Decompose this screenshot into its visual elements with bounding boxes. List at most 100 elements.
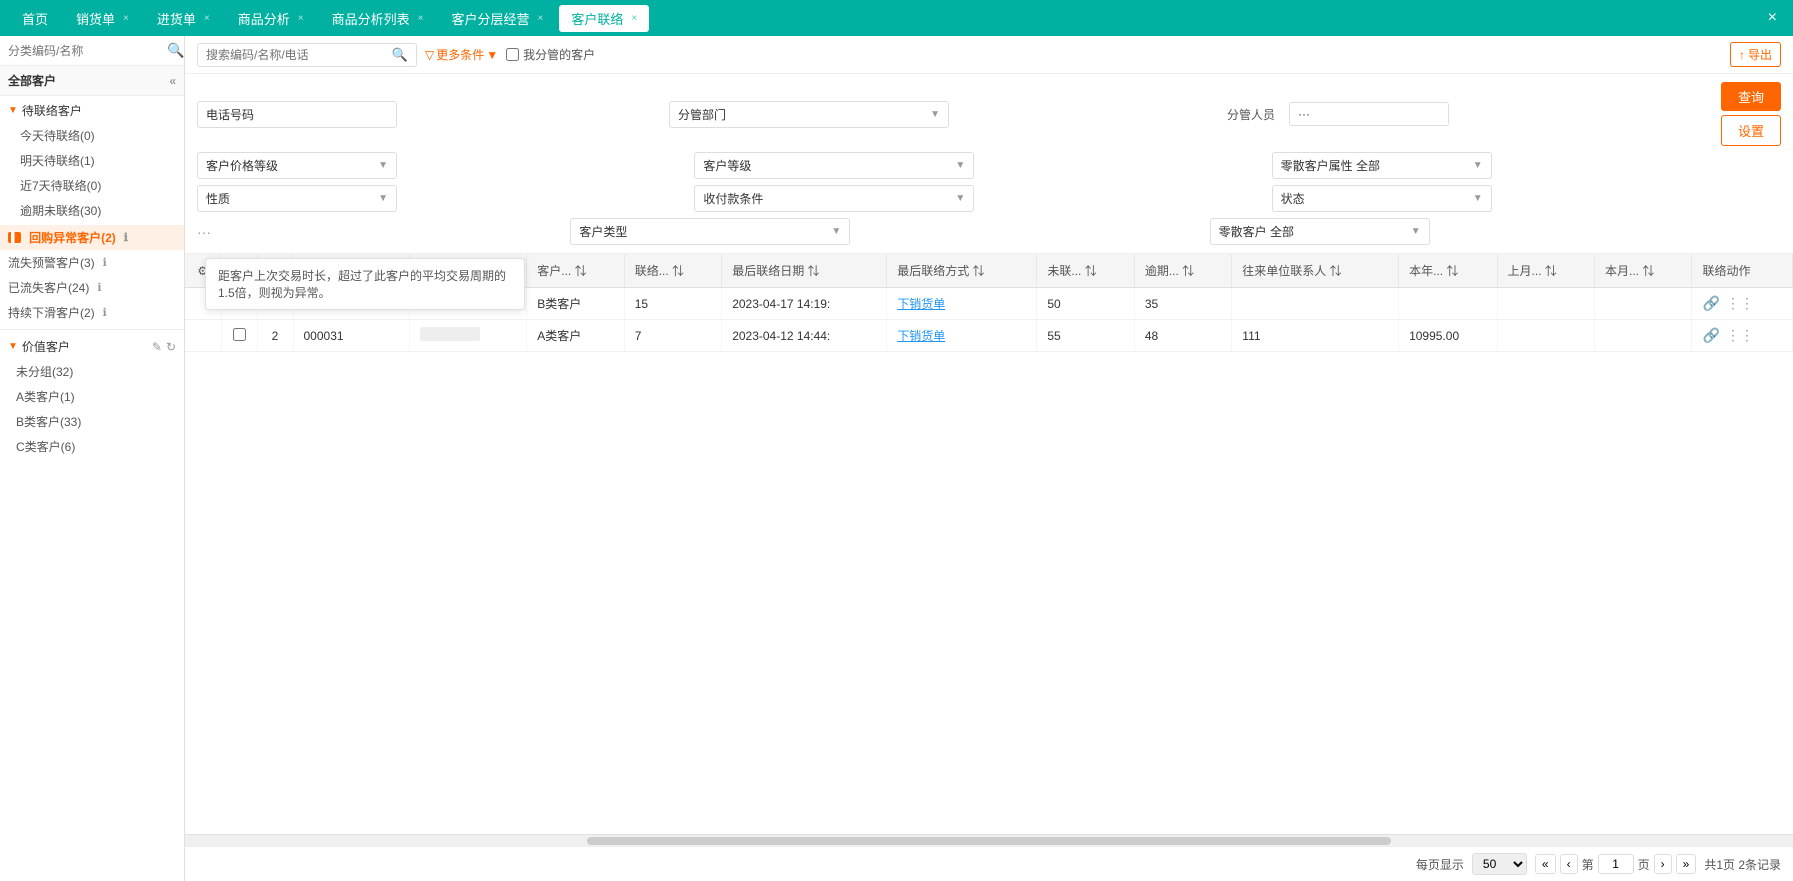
nav-customer-tier[interactable]: 客户分层经营 × [439, 5, 555, 32]
next-page-button[interactable]: › [1654, 854, 1672, 874]
close-customer-tier-icon[interactable]: × [537, 13, 543, 24]
sidebar-collapse-button[interactable]: « [169, 74, 176, 88]
col-contact[interactable]: 联络... ⇅ [624, 254, 721, 288]
settings-button[interactable]: 设置 [1721, 115, 1781, 146]
total-records-label: 共1页 2条记录 [1704, 856, 1781, 873]
prev-page-button[interactable]: ‹ [1560, 854, 1578, 874]
page-label: 第 [1582, 856, 1594, 873]
nav-product-analysis[interactable]: 商品分析 × [226, 5, 316, 32]
close-sales-order-icon[interactable]: × [123, 13, 129, 24]
declining-info-icon[interactable]: ℹ [103, 306, 107, 319]
col-this-month[interactable]: 本月... ⇅ [1595, 254, 1692, 288]
col-last-method[interactable]: 最后联络方式 ⇅ [887, 254, 1037, 288]
close-product-list-icon[interactable]: × [418, 13, 424, 24]
search-icon[interactable]: 🔍 [392, 47, 408, 63]
gender-field[interactable]: 性质 ▼ [197, 185, 397, 212]
first-page-button[interactable]: « [1535, 854, 1556, 874]
query-button[interactable]: 查询 [1721, 82, 1781, 111]
price-grade-field[interactable]: 客户价格等级 ▼ [197, 152, 397, 179]
sidebar-item-declining[interactable]: 持续下滑客户(2) ℹ [0, 300, 184, 325]
sidebar-search-icon[interactable]: 🔍 [167, 42, 184, 59]
sidebar-item-today-pending[interactable]: 今天待联络(0) [0, 123, 184, 148]
sidebar-item-grade-b[interactable]: B类客户(33) [0, 409, 184, 434]
sidebar-item-churn-warning[interactable]: 流失预警客户(3) ℹ [0, 250, 184, 275]
row-last-method-cell[interactable]: 下销货单 [887, 288, 1037, 320]
nav-purchase-order[interactable]: 进货单 × [145, 5, 222, 32]
retail-customer-field[interactable]: 零散客户 全部 ▼ [1210, 218, 1430, 245]
sidebar-search-area: 🔍 [0, 36, 184, 66]
sidebar-search-input[interactable] [8, 44, 163, 58]
filter-row-1: 电话号码 分管部门 ▼ 分管人员 ··· 查询 设置 [197, 82, 1781, 146]
view-action-icon[interactable]: 🔗 [1702, 295, 1719, 312]
row-uncontact-cell: 55 [1037, 320, 1134, 352]
page-of-label: 页 [1638, 856, 1650, 873]
col-overdue[interactable]: 逾期... ⇅ [1134, 254, 1231, 288]
tooltip-popup: 距客户上次交易时长，超过了此客户的平均交易周期的1.5倍，则视为异常。 [205, 258, 525, 310]
price-customer-refresh-icon[interactable]: ↻ [166, 340, 176, 354]
sidebar-item-churned[interactable]: 已流失客户(24) ℹ [0, 275, 184, 300]
per-page-label: 每页显示 [1416, 856, 1464, 873]
nav-customer-contact[interactable]: 客户联络 × [559, 5, 649, 32]
search-input[interactable] [206, 48, 392, 62]
col-last-date[interactable]: 最后联络日期 ⇅ [722, 254, 887, 288]
close-product-analysis-icon[interactable]: × [298, 13, 304, 24]
person-label: 分管人员 [1221, 106, 1281, 123]
sidebar-divider [0, 329, 184, 330]
close-customer-contact-icon[interactable]: × [631, 13, 637, 24]
sidebar-item-tomorrow-pending[interactable]: 明天待联络(1) [0, 148, 184, 173]
page-number-input[interactable] [1598, 854, 1634, 874]
price-customer-edit-icon[interactable]: ✎ [152, 340, 162, 354]
sidebar-item-overdue-pending[interactable]: 逾期未联络(30) [0, 198, 184, 223]
row-checkbox[interactable] [233, 328, 246, 341]
dept-field[interactable]: 分管部门 ▼ [669, 101, 949, 128]
pending-contact-group: ▼ 待联络客户 今天待联络(0) 明天待联络(1) 近7天待联络(0) 逾期未联… [0, 96, 184, 225]
view-action-icon[interactable]: 🔗 [1702, 327, 1719, 344]
last-page-button[interactable]: » [1676, 854, 1697, 874]
retail-attr-field[interactable]: 零散客户属性 全部 ▼ [1272, 152, 1492, 179]
sidebar-item-grade-a[interactable]: A类客户(1) [0, 384, 184, 409]
nav-product-analysis-list[interactable]: 商品分析列表 × [320, 5, 436, 32]
phone-field[interactable]: 电话号码 [197, 101, 397, 128]
last-method-link[interactable]: 下销货单 [897, 297, 945, 311]
last-method-link[interactable]: 下销货单 [897, 329, 945, 343]
pending-contact-header[interactable]: ▼ 待联络客户 [0, 98, 184, 123]
col-uncontact[interactable]: 未联... ⇅ [1037, 254, 1134, 288]
col-grade[interactable]: 客户... ⇅ [527, 254, 624, 288]
horizontal-scrollbar[interactable] [185, 834, 1793, 846]
grade-field[interactable]: 客户等级 ▼ [694, 152, 974, 179]
person-field[interactable]: ··· [1289, 102, 1449, 126]
more-action-icon[interactable]: ⋮⋮ [1726, 295, 1754, 312]
col-this-year[interactable]: 本年... ⇅ [1399, 254, 1497, 288]
churn-warning-info-icon[interactable]: ℹ [103, 256, 107, 269]
repurchase-info-icon[interactable]: ℹ [124, 231, 128, 244]
col-contact2[interactable]: 往来单位联系人 ⇅ [1232, 254, 1399, 288]
churned-info-icon[interactable]: ℹ [97, 281, 101, 294]
filter-row-4: ··· 客户类型 ▼ 零散客户 全部 ▼ [197, 218, 1781, 245]
dots-button[interactable]: ··· [197, 224, 211, 240]
col-action: 联络动作 [1692, 254, 1793, 288]
col-last-month[interactable]: 上月... ⇅ [1497, 254, 1594, 288]
pay-field[interactable]: 收付款条件 ▼ [694, 185, 974, 212]
more-action-icon[interactable]: ⋮⋮ [1726, 327, 1754, 344]
my-customers-checkbox[interactable] [506, 48, 519, 61]
sidebar-item-grade-c[interactable]: C类客户(6) [0, 434, 184, 459]
nav-sales-order[interactable]: 销货单 × [64, 5, 141, 32]
close-purchase-order-icon[interactable]: × [204, 13, 210, 24]
price-customer-section: ▼ 价值客户 ✎ ↻ [0, 334, 184, 359]
sidebar-item-ungroup[interactable]: 未分组(32) [0, 359, 184, 384]
per-page-select[interactable]: 20 50 100 [1472, 853, 1527, 875]
row-contact-cell: 15 [624, 288, 721, 320]
row-checkbox-cell[interactable] [221, 320, 257, 352]
nav-home[interactable]: 首页 [10, 5, 60, 32]
window-close-button[interactable]: × [1762, 9, 1783, 27]
sidebar-item-7days-pending[interactable]: 近7天待联络(0) [0, 173, 184, 198]
scroll-thumb[interactable] [587, 837, 1391, 845]
more-conditions-button[interactable]: ▽ 更多条件 ▼ [425, 46, 498, 63]
sidebar: 🔍 全部客户 « ▼ 待联络客户 今天待联络(0) 明天待联络(1) 近7天待联… [0, 36, 185, 881]
status-field[interactable]: 状态 ▼ [1272, 185, 1492, 212]
export-button[interactable]: ↑ 导出 [1730, 42, 1781, 67]
row-last-method-cell[interactable]: 下销货单 [887, 320, 1037, 352]
price-customer-header-label[interactable]: ▼ 价值客户 [8, 338, 70, 355]
customer-type-field[interactable]: 客户类型 ▼ [570, 218, 850, 245]
sidebar-item-repurchase-abnormal[interactable]: ▌ 回购异常客户(2) ℹ [0, 225, 184, 250]
